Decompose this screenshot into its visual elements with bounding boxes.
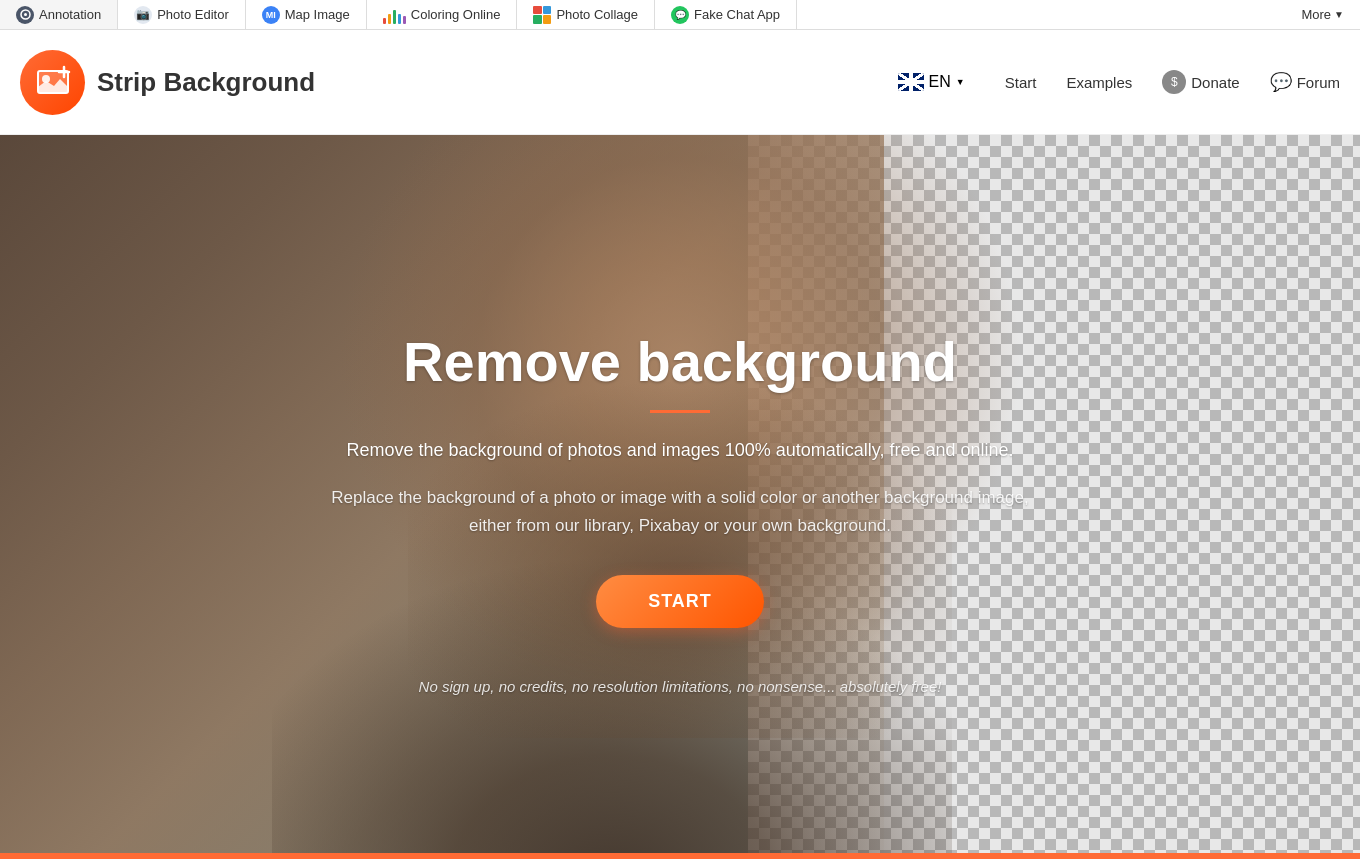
footer-accent-bar	[0, 853, 1360, 859]
hero-title: Remove background	[310, 329, 1050, 394]
nav-more-button[interactable]: More ▼	[1285, 0, 1360, 29]
hero-divider	[650, 410, 710, 413]
map-image-label: Map Image	[285, 7, 350, 22]
more-label: More	[1301, 7, 1331, 22]
nav-start-link[interactable]: Start	[1005, 74, 1037, 91]
donate-link[interactable]: $ Donate	[1162, 70, 1239, 94]
annotation-icon	[16, 6, 34, 24]
logo-svg	[34, 63, 72, 101]
header-navigation: EN ▼ Start Examples $ Donate 💬 Forum	[898, 70, 1340, 94]
forum-link[interactable]: 💬 Forum	[1270, 71, 1340, 93]
site-logo[interactable]	[20, 50, 85, 115]
site-title: Strip Background	[97, 67, 315, 98]
logo-container: Strip Background	[20, 50, 898, 115]
photo-collage-label: Photo Collage	[556, 7, 638, 22]
map-image-icon: MI	[262, 6, 280, 24]
photo-editor-icon: 📷	[134, 6, 152, 24]
more-chevron-icon: ▼	[1334, 9, 1344, 20]
site-header: Strip Background EN ▼ Start Examples $ D…	[0, 30, 1360, 135]
photo-collage-icon	[533, 6, 551, 24]
nav-item-fake-chat[interactable]: 💬 Fake Chat App	[655, 0, 797, 29]
donate-label: Donate	[1191, 74, 1239, 91]
svg-point-1	[24, 13, 27, 16]
language-selector[interactable]: EN ▼	[898, 73, 965, 91]
nav-examples-link[interactable]: Examples	[1066, 74, 1132, 91]
flag-icon	[898, 73, 924, 91]
photo-editor-label: Photo Editor	[157, 7, 229, 22]
hero-footer-text: No sign up, no credits, no resolution li…	[310, 678, 1050, 695]
nav-item-photo-collage[interactable]: Photo Collage	[517, 0, 655, 29]
nav-item-annotation[interactable]: Annotation	[0, 0, 118, 29]
fake-chat-icon: 💬	[671, 6, 689, 24]
start-button[interactable]: START	[596, 575, 764, 628]
lang-chevron-icon: ▼	[956, 77, 965, 87]
hero-description: Replace the background of a photo or ima…	[310, 484, 1050, 538]
coloring-icon	[383, 6, 406, 24]
hero-content: Remove background Remove the background …	[290, 309, 1070, 714]
forum-icon: 💬	[1270, 71, 1292, 93]
coloring-label: Coloring Online	[411, 7, 501, 22]
forum-label: Forum	[1297, 74, 1340, 91]
top-navigation: Annotation 📷 Photo Editor MI Map Image C…	[0, 0, 1360, 30]
language-label: EN	[929, 73, 951, 91]
hero-section: Remove background Remove the background …	[0, 135, 1360, 859]
nav-item-photo-editor[interactable]: 📷 Photo Editor	[118, 0, 246, 29]
nav-item-map-image[interactable]: MI Map Image	[246, 0, 367, 29]
annotation-label: Annotation	[39, 7, 101, 22]
fake-chat-label: Fake Chat App	[694, 7, 780, 22]
hero-subtitle: Remove the background of photos and imag…	[310, 437, 1050, 464]
donate-icon: $	[1162, 70, 1186, 94]
nav-item-coloring[interactable]: Coloring Online	[367, 0, 518, 29]
